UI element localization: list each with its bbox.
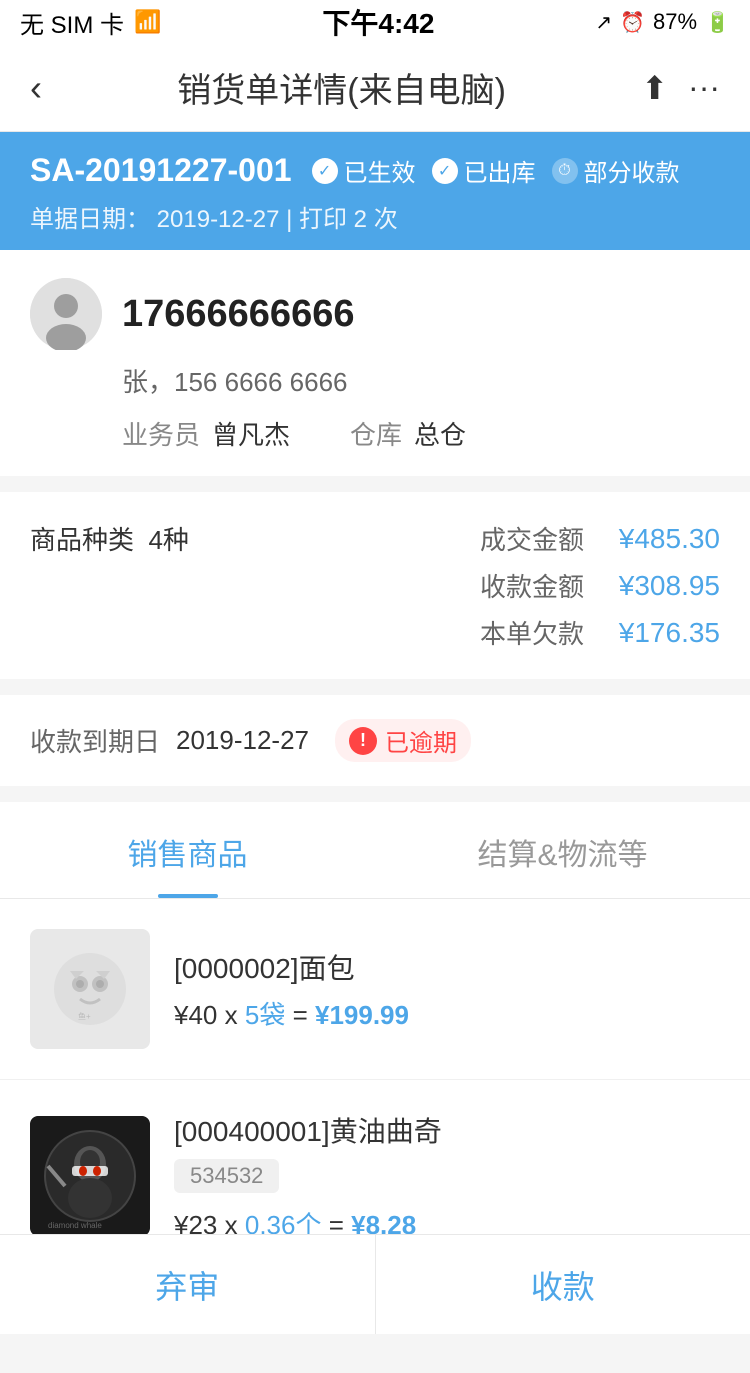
status-badges: ✓ 已生效 ✓ 已出库 ⏱ 部分收款 bbox=[312, 153, 680, 188]
overdue-icon: ! bbox=[349, 727, 377, 755]
order-id: SA-20191227-001 bbox=[30, 152, 292, 189]
product-thumb-1: 鱼+ bbox=[30, 929, 150, 1049]
customer-phone: 张，156 6666 6666 bbox=[122, 362, 720, 399]
overdue-text: 已逾期 bbox=[385, 723, 457, 758]
due-date-label: 收款到期日 bbox=[30, 722, 160, 759]
location-icon: ↗ bbox=[595, 10, 612, 35]
order-date: 单据日期： 2019-12-27 | 打印 2 次 bbox=[30, 199, 720, 234]
product-price-1: ¥40 x 5袋 = ¥199.99 bbox=[174, 995, 720, 1032]
clock-icon: ⏱ bbox=[552, 158, 578, 184]
deal-amount-row: 成交金额 ¥485.30 bbox=[480, 520, 720, 557]
status-right: ↗ ⏰ 87% 🔋 bbox=[595, 9, 730, 35]
received-amount-row: 收款金额 ¥308.95 bbox=[480, 567, 720, 604]
status-left: 无 SIM 卡 📶 bbox=[20, 5, 161, 40]
back-button[interactable]: ‹ bbox=[30, 67, 42, 109]
bottom-bar: 弃审 收款 bbox=[0, 1234, 750, 1334]
staff-item: 业务员 曾凡杰 bbox=[122, 415, 290, 452]
customer-name: 17666666666 bbox=[122, 293, 354, 336]
products-section: 鱼+ [0000002]面包 ¥40 x 5袋 = ¥199.99 bbox=[0, 899, 750, 1273]
tabs-row: 销售商品 结算&物流等 bbox=[0, 802, 750, 899]
tab-settlement[interactable]: 结算&物流等 bbox=[375, 802, 750, 898]
product-name-2: [000400001]黄油曲奇 bbox=[174, 1110, 720, 1150]
status-time: 下午4:42 bbox=[322, 2, 434, 42]
product-thumb-2: diamond whale bbox=[30, 1116, 150, 1236]
status-badge-shipped: ✓ 已出库 bbox=[432, 153, 536, 188]
status-badge-partial: ⏱ 部分收款 bbox=[552, 153, 680, 188]
wifi-icon: 📶 bbox=[134, 9, 161, 35]
product-type-item: 商品种类 4种 bbox=[30, 520, 189, 557]
collect-payment-button[interactable]: 收款 bbox=[376, 1235, 750, 1334]
tabs-section: 销售商品 结算&物流等 bbox=[0, 802, 750, 899]
nav-actions: ⬆ ··· bbox=[641, 69, 720, 107]
battery-text: 87% bbox=[653, 9, 697, 35]
product-sku-2: 534532 bbox=[174, 1159, 279, 1193]
more-icon[interactable]: ··· bbox=[688, 69, 720, 106]
product-info-1: [0000002]面包 ¥40 x 5袋 = ¥199.99 bbox=[174, 947, 720, 1032]
due-date-value: 2019-12-27 bbox=[176, 725, 309, 756]
svg-text:diamond whale: diamond whale bbox=[48, 1221, 102, 1230]
check-icon-2: ✓ bbox=[432, 158, 458, 184]
warehouse-item: 仓库 总仓 bbox=[350, 415, 466, 452]
owed-amount-row: 本单欠款 ¥176.35 bbox=[480, 614, 720, 651]
nav-bar: ‹ 销货单详情(来自电脑) ⬆ ··· bbox=[0, 44, 750, 132]
product-name-1: [0000002]面包 bbox=[174, 947, 720, 987]
customer-section: 17666666666 张，156 6666 6666 业务员 曾凡杰 仓库 总… bbox=[0, 250, 750, 476]
customer-avatar bbox=[30, 278, 102, 350]
carrier-text: 无 SIM 卡 bbox=[20, 5, 124, 40]
order-header-banner: SA-20191227-001 ✓ 已生效 ✓ 已出库 ⏱ 部分收款 单据日期：… bbox=[0, 132, 750, 250]
summary-section: 商品种类 4种 成交金额 ¥485.30 收款金额 ¥308.95 本单欠款 ¥… bbox=[0, 492, 750, 679]
svg-text:鱼+: 鱼+ bbox=[78, 1011, 91, 1021]
page-title: 销货单详情(来自电脑) bbox=[177, 63, 506, 112]
check-icon-1: ✓ bbox=[312, 158, 338, 184]
tab-sales-products[interactable]: 销售商品 bbox=[0, 802, 375, 898]
status-bar: 无 SIM 卡 📶 下午4:42 ↗ ⏰ 87% 🔋 bbox=[0, 0, 750, 44]
share-icon[interactable]: ⬆ bbox=[641, 69, 668, 107]
customer-meta: 业务员 曾凡杰 仓库 总仓 bbox=[122, 415, 720, 452]
battery-icon: 🔋 bbox=[705, 10, 730, 35]
overdue-badge: ! 已逾期 bbox=[335, 719, 471, 762]
product-info-2: [000400001]黄油曲奇 534532 ¥23 x 0.36个 = ¥8.… bbox=[174, 1110, 720, 1242]
alarm-icon: ⏰ bbox=[620, 10, 645, 35]
status-badge-effective: ✓ 已生效 bbox=[312, 153, 416, 188]
due-date-section: 收款到期日 2019-12-27 ! 已逾期 bbox=[0, 695, 750, 786]
product-item: 鱼+ [0000002]面包 ¥40 x 5袋 = ¥199.99 bbox=[0, 899, 750, 1080]
cancel-review-button[interactable]: 弃审 bbox=[0, 1235, 376, 1334]
amount-summary: 成交金额 ¥485.30 收款金额 ¥308.95 本单欠款 ¥176.35 bbox=[480, 520, 720, 651]
